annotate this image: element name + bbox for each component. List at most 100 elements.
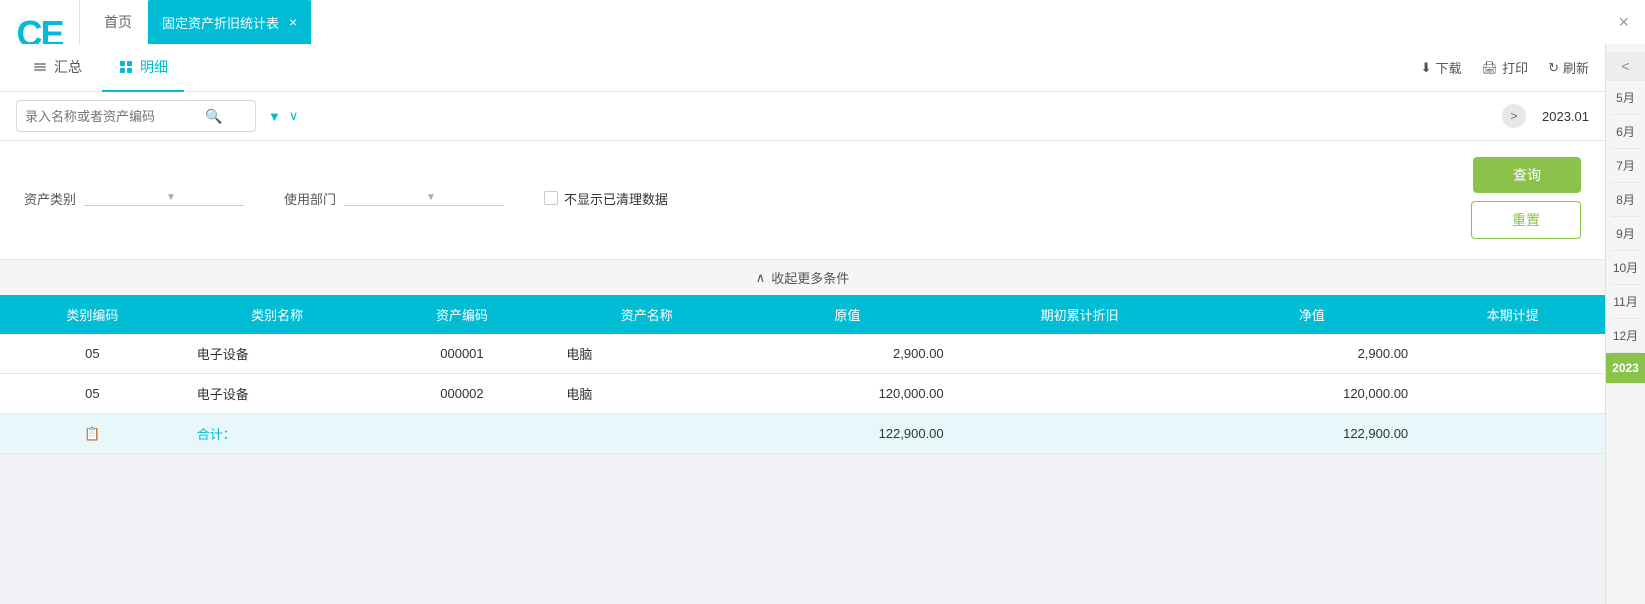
- cell-asset-code: 000001: [370, 334, 555, 374]
- up-arrow-icon: <: [1621, 58, 1629, 74]
- reset-button[interactable]: 重置: [1471, 201, 1581, 239]
- asset-category-arrow: ▼: [166, 192, 240, 203]
- cell-net-value: 120,000.00: [1204, 374, 1421, 414]
- cell-current-period: [1420, 374, 1605, 414]
- col-header-asset-code: 资产编码: [370, 295, 555, 334]
- collapse-icon: ∧: [756, 270, 766, 286]
- hide-cleared-field[interactable]: 不显示已清理数据: [544, 189, 668, 208]
- collapse-more-conditions[interactable]: ∧ 收起更多条件: [0, 260, 1605, 295]
- print-icon: 🖨: [1482, 60, 1499, 76]
- home-nav-item[interactable]: 首页: [96, 12, 140, 32]
- date-display: 2023.01: [1534, 109, 1589, 124]
- tab-summary-label: 汇总: [54, 57, 82, 77]
- year-indicator[interactable]: 2023: [1606, 353, 1645, 384]
- department-arrow: ▼: [426, 192, 500, 203]
- total-accumulated-depreciation: [956, 414, 1204, 454]
- month-sidebar-item[interactable]: 11月: [1611, 285, 1640, 319]
- total-current-period: [1420, 414, 1605, 454]
- tab-summary[interactable]: 汇总: [16, 44, 98, 92]
- chevron-down-icon: ∨: [289, 108, 299, 124]
- expand-button[interactable]: >: [1502, 104, 1526, 128]
- refresh-button[interactable]: ↻ 刷新: [1548, 58, 1589, 77]
- cell-category-name: 电子设备: [185, 374, 370, 414]
- cell-original-value: 120,000.00: [739, 374, 956, 414]
- total-icon-cell: 📋: [0, 414, 185, 454]
- download-icon: ⬇: [1421, 60, 1432, 76]
- cell-accumulated-depreciation: [956, 334, 1204, 374]
- col-header-current-period: 本期计提: [1420, 295, 1605, 334]
- tab-label: 固定资产折旧统计表: [162, 13, 279, 32]
- download-button[interactable]: ⬇ 下载: [1421, 58, 1462, 77]
- table-header-row: 类别编码 类别名称 资产编码 资产名称 原值 期初累计折旧 净值 本期计提: [0, 295, 1605, 334]
- query-button[interactable]: 查询: [1473, 157, 1581, 193]
- toolbar-actions: ⬇ 下载 🖨 打印 ↻ 刷新: [1421, 58, 1589, 77]
- search-icon: 🔍: [205, 108, 222, 125]
- refresh-label: 刷新: [1563, 58, 1589, 77]
- cell-asset-name: 电脑: [554, 334, 739, 374]
- cell-current-period: [1420, 334, 1605, 374]
- layers-icon: [32, 59, 48, 75]
- total-asset-name: [554, 414, 739, 454]
- tab-close-button[interactable]: ×: [289, 14, 297, 30]
- advanced-filter-panel: 资产类别 ▼ 使用部门 ▼ 不显示已清理数据 查询 重置: [0, 141, 1605, 260]
- sub-tabs-bar: 汇总 明细 ⬇ 下载 🖨 打印 ↻ 刷新: [0, 44, 1605, 92]
- table-row: 05 电子设备 000002 电脑 120,000.00 120,000.00: [0, 374, 1605, 414]
- col-header-original-value: 原值: [739, 295, 956, 334]
- cell-asset-code: 000002: [370, 374, 555, 414]
- search-filter-bar: 🔍 ▼ ∨ > 2023.01: [0, 92, 1605, 141]
- month-sidebar-item[interactable]: 12月: [1611, 319, 1640, 353]
- asset-category-field: 资产类别 ▼: [24, 189, 244, 208]
- total-original-value: 122,900.00: [739, 414, 956, 454]
- tab-detail-label: 明细: [140, 57, 168, 77]
- col-header-category-name: 类别名称: [185, 295, 370, 334]
- asset-category-label: 资产类别: [24, 189, 76, 208]
- cell-category-name: 电子设备: [185, 334, 370, 374]
- search-input[interactable]: [25, 109, 205, 124]
- filter-icon: ▼: [268, 109, 281, 124]
- sidebar-scroll-up[interactable]: <: [1606, 52, 1645, 81]
- hide-cleared-checkbox[interactable]: [544, 191, 558, 205]
- month-sidebar-item[interactable]: 8月: [1611, 183, 1640, 217]
- data-table-wrap: 类别编码 类别名称 资产编码 资产名称 原值 期初累计折旧 净值 本期计提 05…: [0, 295, 1605, 454]
- asset-category-select[interactable]: ▼: [84, 190, 244, 206]
- hide-cleared-label: 不显示已清理数据: [564, 189, 668, 208]
- table-row: 05 电子设备 000001 电脑 2,900.00 2,900.00: [0, 334, 1605, 374]
- month-sidebar-item[interactable]: 10月: [1611, 251, 1640, 285]
- search-input-wrap[interactable]: 🔍: [16, 100, 256, 132]
- cell-category-code: 05: [0, 374, 185, 414]
- total-label-cell: 合计：: [185, 414, 555, 454]
- print-label: 打印: [1502, 58, 1528, 77]
- department-select[interactable]: ▼: [344, 190, 504, 206]
- department-field: 使用部门 ▼: [284, 189, 504, 208]
- filter-action-buttons: 查询 重置: [1471, 157, 1581, 239]
- cell-net-value: 2,900.00: [1204, 334, 1421, 374]
- collapse-label: 收起更多条件: [771, 268, 849, 287]
- month-sidebar: < 5月6月7月8月9月10月11月12月 2023: [1605, 44, 1645, 604]
- cell-accumulated-depreciation: [956, 374, 1204, 414]
- total-row: 📋 合计： 122,900.00 122,900.00: [0, 414, 1605, 454]
- fixed-asset-tab[interactable]: 固定资产折旧统计表 ×: [148, 0, 311, 44]
- col-header-accumulated-depreciation: 期初累计折旧: [956, 295, 1204, 334]
- more-conditions-toggle[interactable]: ▼ ∨: [268, 108, 298, 124]
- total-net-value: 122,900.00: [1204, 414, 1421, 454]
- cell-category-code: 05: [0, 334, 185, 374]
- asset-table: 类别编码 类别名称 资产编码 资产名称 原值 期初累计折旧 净值 本期计提 05…: [0, 295, 1605, 454]
- detail-icon: [118, 59, 134, 75]
- col-header-net-value: 净值: [1204, 295, 1421, 334]
- month-sidebar-item[interactable]: 7月: [1611, 149, 1640, 183]
- month-sidebar-item[interactable]: 6月: [1611, 115, 1640, 149]
- month-sidebar-item[interactable]: 9月: [1611, 217, 1640, 251]
- col-header-asset-name: 资产名称: [554, 295, 739, 334]
- refresh-icon: ↻: [1548, 60, 1559, 76]
- tab-detail[interactable]: 明细: [102, 44, 184, 92]
- app-close-button[interactable]: ×: [1618, 12, 1629, 33]
- filter-row-1: 资产类别 ▼ 使用部门 ▼ 不显示已清理数据 查询 重置: [24, 157, 1581, 239]
- chevron-right-icon: >: [1510, 109, 1517, 123]
- col-header-category-code: 类别编码: [0, 295, 185, 334]
- department-label: 使用部门: [284, 189, 336, 208]
- cell-asset-name: 电脑: [554, 374, 739, 414]
- cell-original-value: 2,900.00: [739, 334, 956, 374]
- month-sidebar-item[interactable]: 5月: [1611, 81, 1640, 115]
- total-icon: 📋: [84, 426, 100, 441]
- print-button[interactable]: 🖨 打印: [1482, 58, 1529, 77]
